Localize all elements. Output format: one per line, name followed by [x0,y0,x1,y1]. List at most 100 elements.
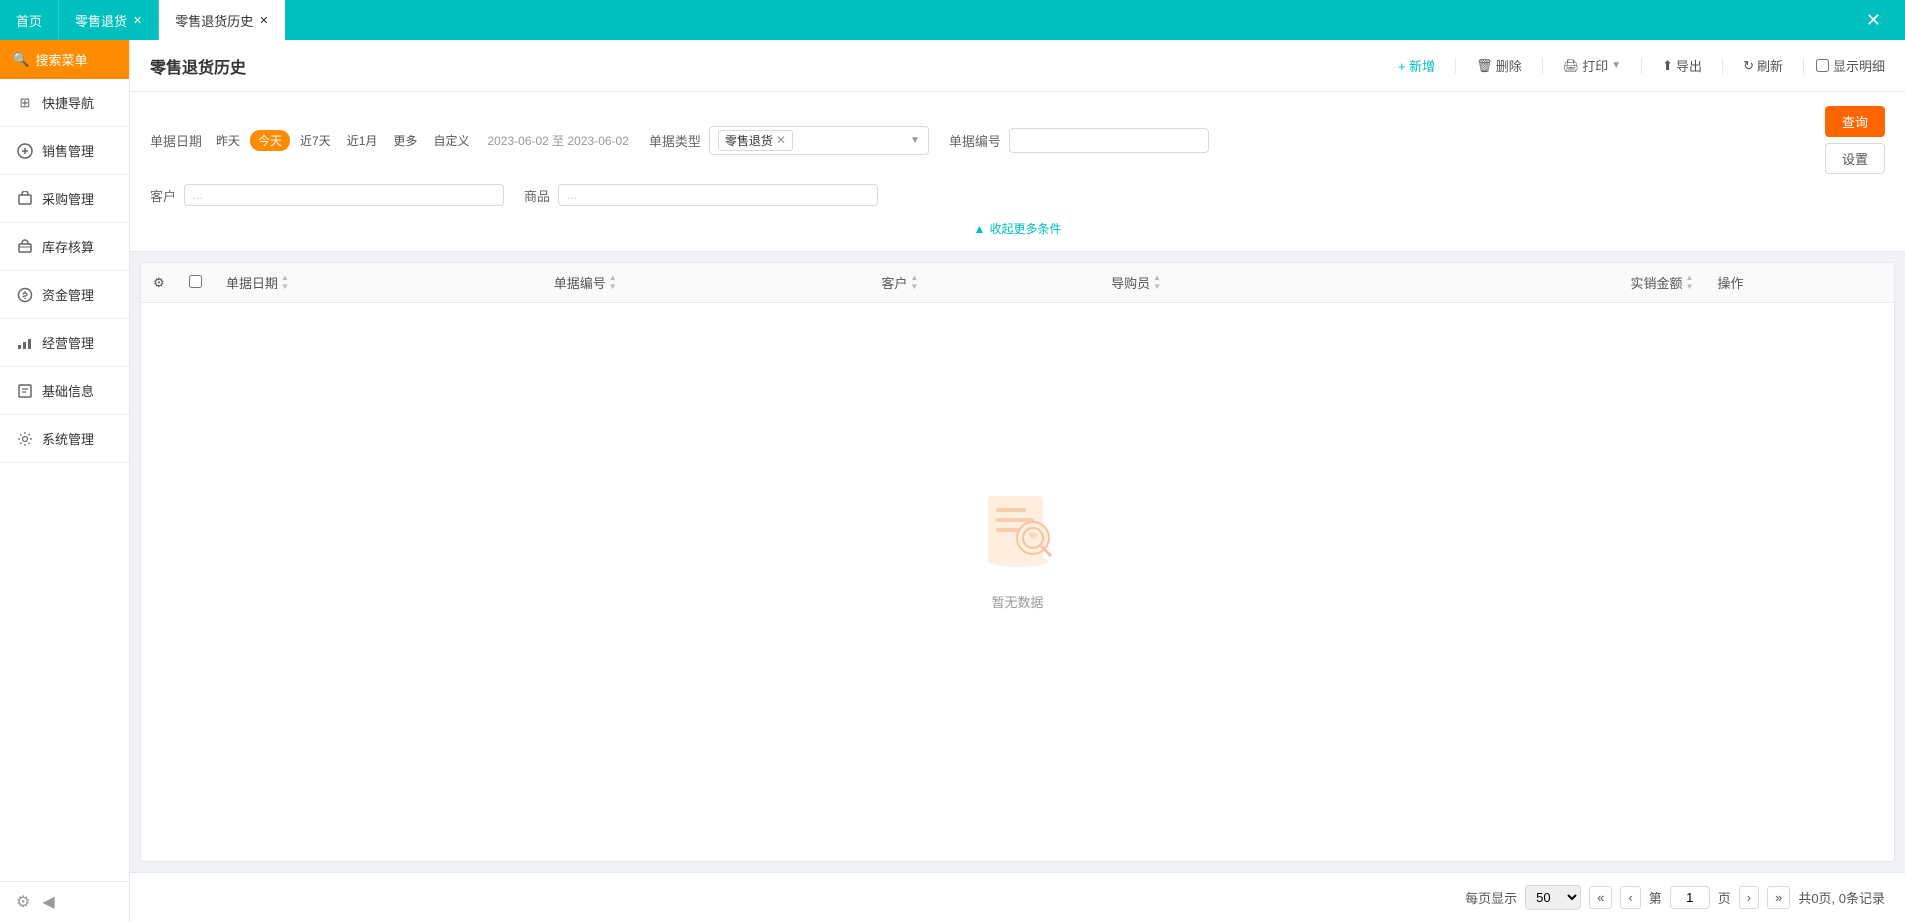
divider-3 [1641,58,1642,74]
sidebar-item-operations-label: 经营管理 [42,333,94,352]
table-settings-icon[interactable]: ⚙ [153,275,165,290]
show-detail-checkbox[interactable] [1816,59,1829,72]
page-header: 零售退货历史 + 新增 🗑 删除 🖨 打印 ▼ ⬆ [130,40,1905,92]
add-button[interactable]: + 新增 [1390,52,1443,79]
content-area: 零售退货历史 + 新增 🗑 删除 🖨 打印 ▼ ⬆ [130,40,1905,922]
doctype-dropdown-icon: ▼ [910,135,920,146]
collapse-label: 收起更多条件 [989,220,1061,237]
col-action: 操作 [1705,263,1894,303]
settings-bottom-icon[interactable]: ⚙ [16,892,30,912]
page-label: 第 [1649,888,1662,907]
inventory-icon [16,238,34,256]
tab-home[interactable]: 首页 [0,0,59,40]
date-btn-7days[interactable]: 近7天 [294,130,337,151]
purchase-icon [16,190,34,208]
col-date-sort[interactable]: ▲ ▼ [281,274,289,291]
sidebar-item-purchase-label: 采购管理 [42,189,94,208]
doctype-tag-close[interactable]: ✕ [776,133,786,147]
goods-placeholder: ... [567,188,577,202]
col-docno-sort[interactable]: ▲ ▼ [609,274,617,291]
date-btn-1month[interactable]: 近1月 [341,130,384,151]
date-btn-yesterday[interactable]: 昨天 [210,130,246,151]
tab-retail-return-close[interactable]: ✕ [133,14,142,27]
date-btn-more[interactable]: 更多 [387,130,423,151]
settings-button[interactable]: 设置 [1825,143,1885,174]
query-button[interactable]: 查询 [1825,106,1885,137]
window-close-button[interactable]: ✕ [1858,10,1889,31]
sidebar-item-operations[interactable]: 经营管理 [0,319,129,367]
prev-page-button[interactable]: ‹ [1620,886,1640,909]
sidebar-item-quicknav[interactable]: ⊞ 快捷导航 [0,79,129,127]
top-bar-right: ✕ [1858,10,1905,31]
operations-icon [16,334,34,352]
sidebar-item-finance[interactable]: 资金管理 [0,271,129,319]
data-table: ⚙ 单据日期 ▲ ▼ [141,263,1894,783]
col-guide-sort[interactable]: ▲ ▼ [1153,274,1161,291]
col-date-label: 单据日期 [226,273,278,292]
last-page-button[interactable]: » [1767,886,1790,909]
page-size-label: 每页显示 [1465,888,1517,907]
show-detail-label: 显示明细 [1833,56,1885,75]
col-customer-sort[interactable]: ▲ ▼ [910,274,918,291]
col-docno[interactable]: 单据编号 ▲ ▼ [542,263,870,303]
refresh-label: 刷新 [1757,56,1783,75]
print-dropdown-icon: ▼ [1611,60,1621,71]
col-amount-sort[interactable]: ▲ ▼ [1686,274,1694,291]
collapse-sidebar-icon[interactable]: ◀ [42,892,54,912]
goods-input[interactable]: ... [558,184,878,206]
sort-asc-icon3: ▲ [910,274,918,282]
collapse-button[interactable]: ▲ 收起更多条件 [974,220,1062,237]
tab-retail-return-history[interactable]: 零售退货历史 ✕ [159,0,285,40]
sort-desc-icon3: ▼ [910,283,918,291]
add-label: + 新增 [1398,56,1435,75]
show-detail-checkbox-label[interactable]: 显示明细 [1816,56,1885,75]
col-date[interactable]: 单据日期 ▲ ▼ [214,263,542,303]
sidebar-search[interactable]: 🔍 搜索菜单 [0,40,129,79]
page-unit-label: 页 [1718,888,1731,907]
quicknav-icon: ⊞ [16,94,34,112]
col-amount[interactable]: 实销金额 ▲ ▼ [1378,263,1706,303]
customer-input[interactable]: ... [184,184,504,206]
total-text: 共0页, 0条记录 [1798,888,1885,907]
empty-icon [968,476,1068,576]
next-page-button[interactable]: › [1739,886,1759,909]
sidebar-item-sales[interactable]: 销售管理 [0,127,129,175]
collapse-row: ▲ 收起更多条件 [150,216,1885,243]
export-button[interactable]: ⬆ 导出 [1654,52,1710,79]
sidebar-item-inventory[interactable]: 库存核算 [0,223,129,271]
select-all-checkbox[interactable] [189,275,202,288]
header-actions: + 新增 🗑 删除 🖨 打印 ▼ ⬆ 导出 [1390,52,1885,79]
sidebar-item-quicknav-label: 快捷导航 [42,93,94,112]
col-settings[interactable]: ⚙ [141,263,177,303]
divider-1 [1455,58,1456,74]
empty-text: 暂无数据 [991,592,1043,611]
date-btn-custom[interactable]: 自定义 [427,130,475,151]
sidebar-item-system[interactable]: 系统管理 [0,415,129,463]
delete-button[interactable]: 🗑 删除 [1468,52,1530,79]
data-table-container: ⚙ 单据日期 ▲ ▼ [140,262,1895,862]
refresh-button[interactable]: ↻ 刷新 [1735,52,1791,79]
finance-icon [16,286,34,304]
filter-row-2: 客户 ... 商品 ... [150,184,1885,206]
page-number-input[interactable] [1670,886,1710,909]
tab-retail-return[interactable]: 零售退货 ✕ [59,0,159,40]
sidebar-item-basicinfo[interactable]: 基础信息 [0,367,129,415]
page-title: 零售退货历史 [150,54,246,78]
col-checkbox[interactable] [177,263,214,303]
page-size-select[interactable]: 50 10 20 100 [1525,885,1581,910]
export-label: 导出 [1676,56,1702,75]
col-guide[interactable]: 导购员 ▲ ▼ [1099,263,1378,303]
date-btn-today[interactable]: 今天 [250,130,290,151]
first-page-button[interactable]: « [1589,886,1612,909]
print-button[interactable]: 🖨 打印 ▼ [1555,52,1629,79]
doctype-select[interactable]: 零售退货 ✕ ▼ [709,126,929,155]
filter-row-1: 单据日期 昨天 今天 近7天 近1月 更多 自定义 2023-06-02 至 2… [150,106,1885,174]
date-range-display: 2023-06-02 至 2023-06-02 [487,132,628,149]
col-customer[interactable]: 客户 ▲ ▼ [869,263,1099,303]
empty-state-cell: 暂无数据 [141,303,1894,784]
sidebar-item-purchase[interactable]: 采购管理 [0,175,129,223]
tab-retail-return-history-close[interactable]: ✕ [259,14,268,27]
filter-panel: 单据日期 昨天 今天 近7天 近1月 更多 自定义 2023-06-02 至 2… [130,92,1905,252]
docno-input[interactable] [1009,128,1209,153]
date-filter-label: 单据日期 [150,131,202,150]
